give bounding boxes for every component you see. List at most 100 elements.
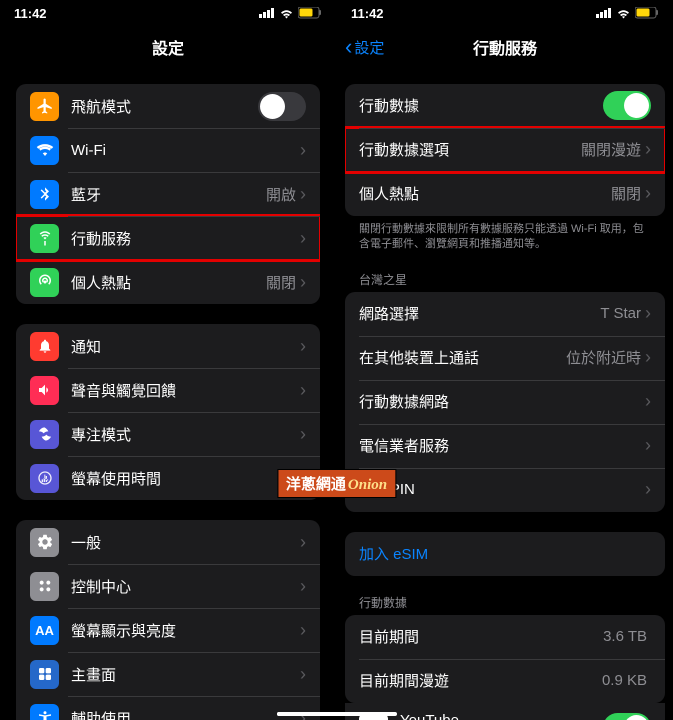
back-button[interactable]: ‹ 設定	[345, 34, 384, 60]
chevron-right-icon: ›	[300, 228, 306, 249]
general-row[interactable]: 控制中心›	[16, 564, 320, 608]
row-label: SIM PIN	[359, 481, 645, 498]
control-center-icon	[30, 572, 59, 601]
general-row[interactable]: 輔助使用›	[16, 696, 320, 720]
setting-row[interactable]: 在其他裝置上通話位於附近時›	[345, 336, 665, 380]
row-label: 螢幕使用時間	[71, 468, 300, 489]
status-time: 11:42	[351, 6, 384, 21]
row-label: 藍牙	[71, 184, 266, 205]
row-label: 在其他裝置上通話	[359, 347, 566, 368]
setting-row[interactable]: 網路選擇T Star›	[345, 292, 665, 336]
chevron-right-icon: ›	[645, 347, 651, 368]
watermark: 洋蔥網通 Onion	[278, 470, 395, 497]
page-title: 設定	[152, 35, 184, 59]
status-bar: 11:42	[0, 0, 336, 27]
battery-icon	[635, 7, 659, 19]
notifications-row[interactable]: 聲音與觸覺回饋›	[16, 368, 320, 412]
settings-group-notifications: 通知›聲音與觸覺回饋›專注模式›螢幕使用時間›	[16, 324, 320, 500]
row-value: 位於附近時	[566, 347, 641, 368]
row-label: 電信業者服務	[359, 435, 645, 456]
row-value: 關閉	[611, 183, 641, 204]
connectivity-row[interactable]: 個人熱點關閉›	[16, 260, 320, 304]
focus-icon	[30, 420, 59, 449]
row-label: 網路選擇	[359, 303, 600, 324]
settings-content: 飛航模式Wi-Fi›藍牙開啟›行動服務›個人熱點關閉› 通知›聲音與觸覺回饋›專…	[0, 68, 336, 720]
signal-icon	[596, 8, 612, 18]
chevron-right-icon: ›	[645, 139, 651, 160]
right-phone: 11:42 ‹ 設定 行動服務 行動數據行動數據選項關閉漫遊›個人熱點關閉› 關…	[336, 0, 673, 720]
nav-bar: ‹ 設定 行動服務	[337, 26, 673, 67]
row-value: T Star	[600, 305, 641, 322]
row-value: 關閉	[266, 272, 296, 293]
wifi-icon	[30, 136, 59, 165]
general-icon	[30, 528, 59, 557]
row-label: 通知	[71, 336, 300, 357]
chevron-left-icon: ‹	[345, 34, 352, 60]
accessibility-icon	[30, 704, 59, 720]
setting-row[interactable]: 行動數據	[345, 84, 665, 128]
screentime-icon	[30, 464, 59, 493]
row-label: 聲音與觸覺回饋	[71, 380, 300, 401]
row-value: 3.6 TB	[603, 628, 647, 645]
notifications-row[interactable]: 螢幕使用時間›	[16, 456, 320, 500]
setting-row[interactable]: 目前期間漫遊0.9 KB	[345, 659, 665, 703]
connectivity-row[interactable]: 行動服務›	[16, 216, 320, 260]
setting-row[interactable]: 電信業者服務›	[345, 424, 665, 468]
general-row[interactable]: 主畫面›	[16, 652, 320, 696]
cellular-group-esim: 加入 eSIM	[345, 532, 665, 576]
notifications-icon	[30, 332, 59, 361]
general-row[interactable]: AA螢幕顯示與亮度›	[16, 608, 320, 652]
chevron-right-icon: ›	[300, 620, 306, 641]
chevron-right-icon: ›	[645, 435, 651, 456]
row-label: 行動數據	[359, 95, 603, 116]
row-value: 開啟	[266, 184, 296, 205]
setting-row[interactable]: 行動數據網路›	[345, 380, 665, 424]
chevron-right-icon: ›	[645, 183, 651, 204]
sounds-icon	[30, 376, 59, 405]
general-row[interactable]: 一般›	[16, 520, 320, 564]
home-screen-icon	[30, 660, 59, 689]
notifications-row[interactable]: 專注模式›	[16, 412, 320, 456]
chevron-right-icon: ›	[645, 391, 651, 412]
connectivity-row[interactable]: 飛航模式	[16, 84, 320, 128]
row-label: 輔助使用	[71, 708, 300, 720]
row-label: 專注模式	[71, 424, 300, 445]
row-label: Wi-Fi	[71, 142, 300, 159]
left-phone: 11:42 設定 飛航模式Wi-Fi›藍牙開啟›行動服務›個人熱點關閉› 通知›…	[0, 0, 336, 720]
chevron-right-icon: ›	[300, 664, 306, 685]
back-label: 設定	[354, 37, 384, 58]
row-label: 螢幕顯示與亮度	[71, 620, 300, 641]
chevron-right-icon: ›	[300, 424, 306, 445]
setting-row[interactable]: 行動數據選項關閉漫遊›	[345, 128, 665, 172]
setting-row[interactable]: 個人熱點關閉›	[345, 172, 665, 216]
chevron-right-icon: ›	[300, 184, 306, 205]
cellular-content: 行動數據行動數據選項關閉漫遊›個人熱點關閉› 關閉行動數據來限制所有數據服務只能…	[337, 68, 673, 720]
chevron-right-icon: ›	[300, 380, 306, 401]
connectivity-row[interactable]: Wi-Fi›	[16, 128, 320, 172]
settings-group-connectivity: 飛航模式Wi-Fi›藍牙開啟›行動服務›個人熱點關閉›	[16, 84, 320, 304]
setting-row[interactable]: 目前期間3.6 TB	[345, 615, 665, 659]
app-toggle[interactable]	[603, 713, 651, 720]
row-label: 行動數據網路	[359, 391, 645, 412]
connectivity-row[interactable]: 藍牙開啟›	[16, 172, 320, 216]
cellular-group-data: 目前期間3.6 TB目前期間漫遊0.9 KB	[345, 615, 665, 703]
add-esim-label: 加入 eSIM	[359, 543, 651, 564]
carrier-section-header: 台灣之星	[345, 253, 665, 292]
status-right	[596, 7, 659, 19]
bluetooth-icon	[30, 180, 59, 209]
home-indicator	[277, 712, 397, 716]
cellular-footnote: 關閉行動數據來限制所有數據服務只能透過 Wi-Fi 取用，包含電子郵件、瀏覽網頁…	[345, 216, 665, 253]
toggle[interactable]	[603, 91, 651, 120]
row-label: 行動服務	[71, 228, 300, 249]
hotspot-icon	[30, 268, 59, 297]
chevron-right-icon: ›	[300, 272, 306, 293]
toggle[interactable]	[258, 92, 306, 121]
watermark-en: Onion	[348, 477, 387, 494]
add-esim-row[interactable]: 加入 eSIM	[345, 532, 665, 576]
watermark-zh: 洋蔥網通	[286, 473, 346, 494]
data-section-header: 行動數據	[345, 576, 665, 615]
nav-bar: 設定	[0, 27, 336, 69]
notifications-row[interactable]: 通知›	[16, 324, 320, 368]
row-label: 控制中心	[71, 576, 300, 597]
row-label: 飛航模式	[71, 96, 258, 117]
